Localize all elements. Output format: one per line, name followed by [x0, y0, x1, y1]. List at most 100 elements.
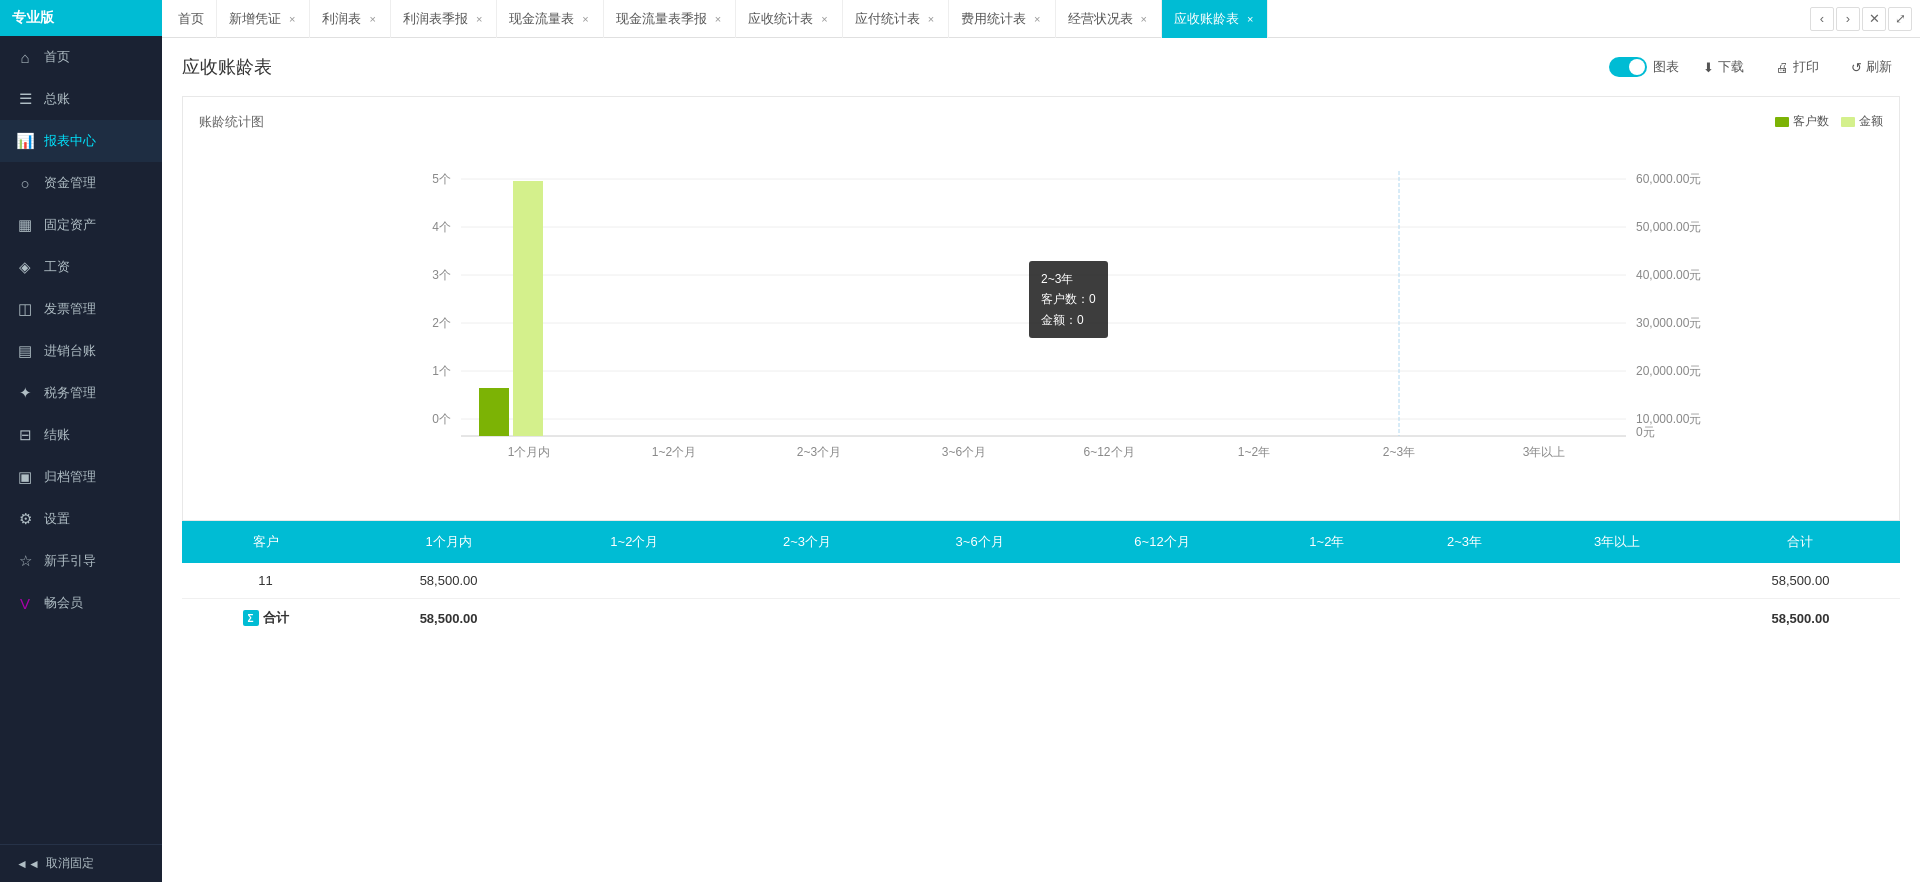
- svg-text:4个: 4个: [432, 220, 451, 234]
- sidebar-item-label: 资金管理: [44, 174, 96, 192]
- page-content: 应收账龄表 图表 ⬇ 下载 🖨 打印 ↺: [162, 38, 1920, 882]
- sidebar-item-invoice[interactable]: ◫ 发票管理: [0, 288, 162, 330]
- data-table: 客户 1个月内 1~2个月 2~3个月 3~6个月 6~12个月 1~2年 2~…: [182, 521, 1900, 637]
- sidebar-item-label: 畅会员: [44, 594, 83, 612]
- footer-m3-6: [893, 599, 1066, 638]
- unpin-button[interactable]: ◄◄ 取消固定: [0, 844, 162, 882]
- sidebar-item-settings[interactable]: ⚙ 设置: [0, 498, 162, 540]
- tab-profit[interactable]: 利润表 ×: [310, 0, 390, 38]
- sidebar-item-label: 工资: [44, 258, 70, 276]
- bar-customer-1[interactable]: [479, 388, 509, 436]
- bar-amount-1[interactable]: [513, 181, 543, 436]
- sidebar-item-archive[interactable]: ▣ 归档管理: [0, 456, 162, 498]
- tab-close-all-button[interactable]: ✕: [1862, 7, 1886, 31]
- tab-expense-stats-label: 费用统计表: [961, 10, 1026, 28]
- tab-operation-stats[interactable]: 经营状况表 ×: [1056, 0, 1162, 38]
- chart-svg-wrap: 5个 4个 3个 2个 1个 0个 60,000.00元 50,000.00元 …: [199, 141, 1883, 504]
- tab-cashflow-close[interactable]: ×: [580, 13, 590, 25]
- print-icon: 🖨: [1776, 60, 1789, 75]
- svg-text:40,000.00元: 40,000.00元: [1636, 268, 1701, 282]
- tab-profit-quarterly-close[interactable]: ×: [474, 13, 484, 25]
- sidebar-item-tax[interactable]: ✦ 税务管理: [0, 372, 162, 414]
- sidebar-item-label: 税务管理: [44, 384, 96, 402]
- tab-home[interactable]: 首页: [166, 0, 217, 38]
- cell-customer: 11: [182, 563, 349, 599]
- cell-y1-2: [1258, 563, 1396, 599]
- legend-amount-label: 金额: [1859, 113, 1883, 130]
- col-header-total: 合计: [1701, 521, 1900, 563]
- chart-title: 账龄统计图: [199, 113, 1883, 131]
- tab-cashflow-quarterly-close[interactable]: ×: [713, 13, 723, 25]
- sidebar-item-vip[interactable]: V 畅会员: [0, 582, 162, 624]
- tab-payable-stats-close[interactable]: ×: [926, 13, 936, 25]
- sidebar-item-label: 结账: [44, 426, 70, 444]
- sidebar-item-fixed-assets[interactable]: ▦ 固定资产: [0, 204, 162, 246]
- sidebar-item-reports[interactable]: 📊 报表中心: [0, 120, 162, 162]
- tab-receivable-stats[interactable]: 应收统计表 ×: [736, 0, 842, 38]
- cell-m1-2: [548, 563, 721, 599]
- svg-text:1个月内: 1个月内: [508, 445, 551, 459]
- salary-icon: ◈: [16, 258, 34, 276]
- tab-cashflow-quarterly-label: 现金流量表季报: [616, 10, 707, 28]
- sidebar-item-home[interactable]: ⌂ 首页: [0, 36, 162, 78]
- sidebar-item-closing[interactable]: ⊟ 结账: [0, 414, 162, 456]
- sidebar-item-label: 归档管理: [44, 468, 96, 486]
- svg-text:50,000.00元: 50,000.00元: [1636, 220, 1701, 234]
- tab-aging[interactable]: 应收账龄表 ×: [1162, 0, 1268, 38]
- table-footer-row: Σ 合计 58,500.00 58,500.00: [182, 599, 1900, 638]
- svg-text:0个: 0个: [432, 412, 451, 426]
- tab-cashflow-label: 现金流量表: [509, 10, 574, 28]
- tab-new-voucher-label: 新增凭证: [229, 10, 281, 28]
- tab-new-voucher[interactable]: 新增凭证 ×: [217, 0, 310, 38]
- tab-aging-close[interactable]: ×: [1245, 13, 1255, 25]
- tab-cashflow[interactable]: 现金流量表 ×: [497, 0, 603, 38]
- svg-text:0元: 0元: [1636, 425, 1655, 439]
- tab-cashflow-quarterly[interactable]: 现金流量表季报 ×: [604, 0, 736, 38]
- sidebar-item-funds[interactable]: ○ 资金管理: [0, 162, 162, 204]
- tab-next-button[interactable]: ›: [1836, 7, 1860, 31]
- sidebar: 专业版 ⌂ 首页 ☰ 总账 📊 报表中心 ○ 资金管理 ▦ 固定资产 ◈ 工资 …: [0, 0, 162, 882]
- tab-new-voucher-close[interactable]: ×: [287, 13, 297, 25]
- sidebar-item-label: 发票管理: [44, 300, 96, 318]
- tab-operation-stats-close[interactable]: ×: [1139, 13, 1149, 25]
- cell-total: 58,500.00: [1701, 563, 1900, 599]
- download-button[interactable]: ⬇ 下载: [1695, 54, 1752, 80]
- tab-receivable-stats-label: 应收统计表: [748, 10, 813, 28]
- legend-customer-count: 客户数: [1775, 113, 1829, 130]
- cell-y2-3: [1396, 563, 1534, 599]
- col-header-customer: 客户: [182, 521, 349, 563]
- cell-m2-3: [721, 563, 894, 599]
- tab-payable-stats[interactable]: 应付统计表 ×: [843, 0, 949, 38]
- tab-profit-quarterly[interactable]: 利润表季报 ×: [391, 0, 497, 38]
- sidebar-item-guide[interactable]: ☆ 新手引导: [0, 540, 162, 582]
- print-button[interactable]: 🖨 打印: [1768, 54, 1827, 80]
- tab-profit-quarterly-label: 利润表季报: [403, 10, 468, 28]
- chart-legend: 客户数 金额: [1775, 113, 1883, 130]
- tab-expense-stats-close[interactable]: ×: [1032, 13, 1042, 25]
- purchase-sales-icon: ▤: [16, 342, 34, 360]
- sidebar-item-salary[interactable]: ◈ 工资: [0, 246, 162, 288]
- tab-prev-button[interactable]: ‹: [1810, 7, 1834, 31]
- total-icon: Σ: [243, 610, 259, 626]
- sidebar-item-purchase-sales[interactable]: ▤ 进销台账: [0, 330, 162, 372]
- toggle-label: 图表: [1653, 58, 1679, 76]
- tab-home-label: 首页: [178, 10, 204, 28]
- unpin-icon: ◄◄: [16, 857, 40, 871]
- footer-m2-3: [721, 599, 894, 638]
- table-row: 11 58,500.00 58,500.00: [182, 563, 1900, 599]
- tab-profit-close[interactable]: ×: [367, 13, 377, 25]
- footer-y1-2: [1258, 599, 1396, 638]
- svg-text:3~6个月: 3~6个月: [942, 445, 986, 459]
- refresh-icon: ↺: [1851, 60, 1862, 75]
- main-content: 首页 新增凭证 × 利润表 × 利润表季报 × 现金流量表 × 现金流量表季报 …: [162, 0, 1920, 882]
- legend-customer-label: 客户数: [1793, 113, 1829, 130]
- col-header-m6-12: 6~12个月: [1066, 521, 1258, 563]
- refresh-button[interactable]: ↺ 刷新: [1843, 54, 1900, 80]
- sidebar-item-ledger[interactable]: ☰ 总账: [0, 78, 162, 120]
- tab-receivable-stats-close[interactable]: ×: [819, 13, 829, 25]
- header-actions: 图表 ⬇ 下载 🖨 打印 ↺ 刷新: [1609, 54, 1900, 80]
- tab-expense-stats[interactable]: 费用统计表 ×: [949, 0, 1055, 38]
- chart-toggle[interactable]: [1609, 57, 1647, 77]
- col-header-m1: 1个月内: [349, 521, 548, 563]
- tab-expand-button[interactable]: ⤢: [1888, 7, 1912, 31]
